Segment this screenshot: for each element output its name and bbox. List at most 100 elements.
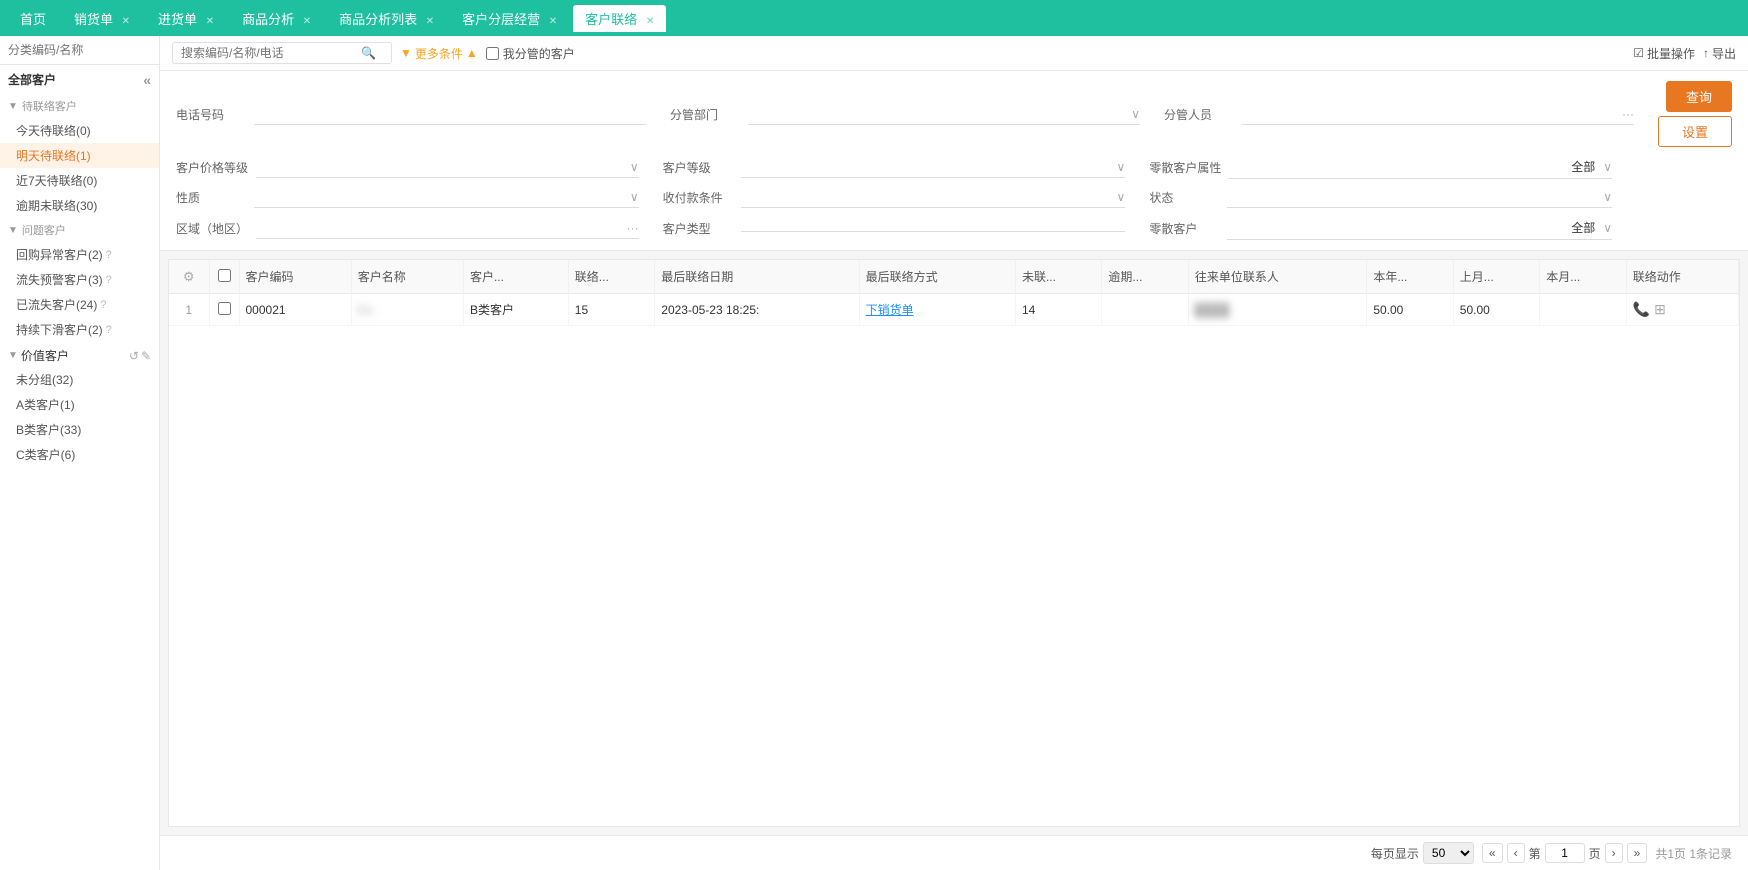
group-header-value[interactable]: ▼ 价值客户 ↺ ✎	[0, 342, 159, 367]
cell-actions: 📞 ⊞	[1626, 294, 1738, 326]
customer-name-value: Ea	[358, 303, 373, 317]
nav-purchase[interactable]: 进货单 ✕	[146, 5, 226, 32]
row-checkbox[interactable]	[218, 302, 231, 315]
payment-select[interactable]: ∨	[741, 187, 1126, 208]
sidebar-item-class-a[interactable]: A类客户(1)	[0, 392, 159, 417]
sidebar-item-churn-warning[interactable]: 流失预警客户(3) ?	[0, 267, 159, 292]
branch-dept-field: 分管部门 ∨	[670, 104, 1140, 125]
close-customer-contact-icon[interactable]: ✕	[646, 16, 654, 27]
price-level-label: 客户价格等级	[176, 159, 248, 176]
col-unit-contacts: 往来单位联系人	[1188, 260, 1366, 294]
nav-sales[interactable]: 销货单 ✕	[62, 5, 142, 32]
close-product-analysis-icon[interactable]: ✕	[303, 16, 311, 27]
more-conditions-btn[interactable]: ▼ 更多条件 ▲	[400, 45, 478, 62]
sidebar-search-area: 🔍	[0, 36, 159, 65]
nav-home[interactable]: 首页	[8, 5, 58, 32]
retail-attr-select[interactable]: 全部 ∨	[1229, 155, 1612, 179]
page-size-select[interactable]: 每页显示 10 20 50 100	[1371, 842, 1474, 864]
cell-last-contact-method[interactable]: 下销货单	[859, 294, 1015, 326]
last-contact-method-link[interactable]: 下销货单	[866, 303, 914, 317]
gender-select[interactable]: ∨	[254, 187, 639, 208]
search-box[interactable]: 🔍	[172, 42, 392, 64]
cell-no: 1	[169, 294, 209, 326]
page-size-dropdown[interactable]: 10 20 50 100	[1423, 842, 1474, 864]
col-settings[interactable]: ⚙	[169, 260, 209, 294]
sidebar-item-overdue[interactable]: 逾期未联络(30)	[0, 193, 159, 218]
close-product-analysis-list-icon[interactable]: ✕	[426, 16, 434, 27]
sidebar-item-week7[interactable]: 近7天待联络(0)	[0, 168, 159, 193]
my-customers-checkbox-area[interactable]: 我分管的客户	[486, 45, 575, 62]
filter-icon: ▼	[400, 46, 412, 60]
last-page-btn[interactable]: »	[1627, 843, 1648, 863]
col-contact-count: 联络...	[568, 260, 654, 294]
sidebar-item-churned[interactable]: 已流失客户(24) ?	[0, 292, 159, 317]
help-icon-3[interactable]: ?	[100, 299, 106, 311]
first-page-btn[interactable]: «	[1482, 843, 1503, 863]
prev-page-btn[interactable]: ‹	[1507, 843, 1525, 863]
cell-no-contact: 14	[1015, 294, 1101, 326]
branch-dept-select[interactable]: ∨	[748, 104, 1140, 125]
sidebar-item-tomorrow[interactable]: 明天待联络(1)	[0, 143, 159, 168]
adv-filter: 电话号码 分管部门 ∨ 分管人员 ···	[160, 71, 1748, 251]
sidebar-item-today[interactable]: 今天待联络(0)	[0, 118, 159, 143]
action-grid-icon[interactable]: ⊞	[1654, 301, 1666, 318]
col-overdue: 逾期...	[1102, 260, 1188, 294]
branch-person-select[interactable]: ···	[1242, 104, 1634, 125]
help-icon-2[interactable]: ?	[106, 274, 112, 286]
col-customer-name: 客户名称	[351, 260, 463, 294]
payment-label: 收付款条件	[663, 189, 733, 206]
batch-btn[interactable]: ☑ 批量操作	[1633, 45, 1695, 62]
area-select[interactable]: ···	[256, 218, 639, 239]
group-label-pending[interactable]: ▼ 待联络客户	[0, 94, 159, 118]
dots-icon-2[interactable]: ···	[627, 221, 639, 235]
sidebar-item-class-c[interactable]: C类客户(6)	[0, 442, 159, 467]
close-purchase-icon[interactable]: ✕	[206, 16, 214, 27]
action-phone-icon[interactable]: 📞	[1633, 301, 1650, 318]
caret-down-icon-2: ∨	[630, 160, 639, 174]
next-page-btn[interactable]: ›	[1605, 843, 1623, 863]
sidebar-item-ungrouped[interactable]: 未分组(32)	[0, 367, 159, 392]
query-button[interactable]: 查询	[1666, 81, 1732, 112]
search-icon-main[interactable]: 🔍	[361, 46, 376, 60]
customer-level-select[interactable]: ∨	[741, 157, 1126, 178]
select-all-checkbox[interactable]	[218, 269, 231, 282]
my-customers-checkbox[interactable]	[486, 47, 499, 60]
refresh-icon[interactable]: ↺	[129, 349, 139, 363]
caret-down-icon-7: ∨	[1603, 190, 1612, 204]
nav-customer-contact[interactable]: 客户联络 ✕	[573, 5, 666, 32]
all-customers-title[interactable]: 全部客户 «	[0, 65, 159, 94]
arrow-icon: ▼	[8, 101, 18, 112]
sidebar-item-declining[interactable]: 持续下滑客户(2) ?	[0, 317, 159, 342]
collapse-icon[interactable]: «	[143, 72, 151, 88]
adv-row-2: 客户价格等级 ∨ 客户等级 ∨ 零散客户属性 全部	[176, 155, 1732, 179]
search-input[interactable]	[181, 46, 361, 60]
sidebar-item-class-b[interactable]: B类客户(33)	[0, 417, 159, 442]
settings-icon[interactable]: ⚙	[183, 269, 195, 284]
set-button[interactable]: 设置	[1658, 116, 1732, 147]
customer-type-select[interactable]	[741, 225, 1126, 232]
retail-customer-select[interactable]: 全部 ∨	[1227, 216, 1612, 240]
nav-customer-tier[interactable]: 客户分层经营 ✕	[450, 5, 569, 32]
status-select[interactable]: ∨	[1227, 187, 1612, 208]
area-label: 区域（地区）	[176, 220, 248, 237]
dots-icon[interactable]: ···	[1622, 107, 1634, 121]
sidebar-item-repurchase-abnormal[interactable]: 回购异常客户(2) ?	[0, 242, 159, 267]
help-icon-1[interactable]: ?	[106, 249, 112, 261]
cell-customer-name[interactable]: Ea	[351, 294, 463, 326]
phone-input[interactable]	[254, 104, 646, 125]
close-sales-icon[interactable]: ✕	[122, 16, 130, 27]
sidebar-search-input[interactable]	[8, 43, 160, 57]
caret-down-icon-3: ∨	[1117, 160, 1126, 174]
col-checkbox-header[interactable]	[209, 260, 239, 294]
cell-overdue	[1102, 294, 1188, 326]
nav-product-analysis-list[interactable]: 商品分析列表 ✕	[327, 5, 446, 32]
page-number-input[interactable]	[1545, 843, 1585, 863]
nav-product-analysis[interactable]: 商品分析 ✕	[230, 5, 323, 32]
close-customer-tier-icon[interactable]: ✕	[549, 16, 557, 27]
help-icon-4[interactable]: ?	[106, 324, 112, 336]
price-level-select[interactable]: ∨	[256, 157, 639, 178]
cell-checkbox[interactable]	[209, 294, 239, 326]
group-label-problem[interactable]: ▼ 问题客户	[0, 218, 159, 242]
export-btn[interactable]: ↑ 导出	[1703, 45, 1736, 62]
edit-icon[interactable]: ✎	[141, 349, 151, 363]
